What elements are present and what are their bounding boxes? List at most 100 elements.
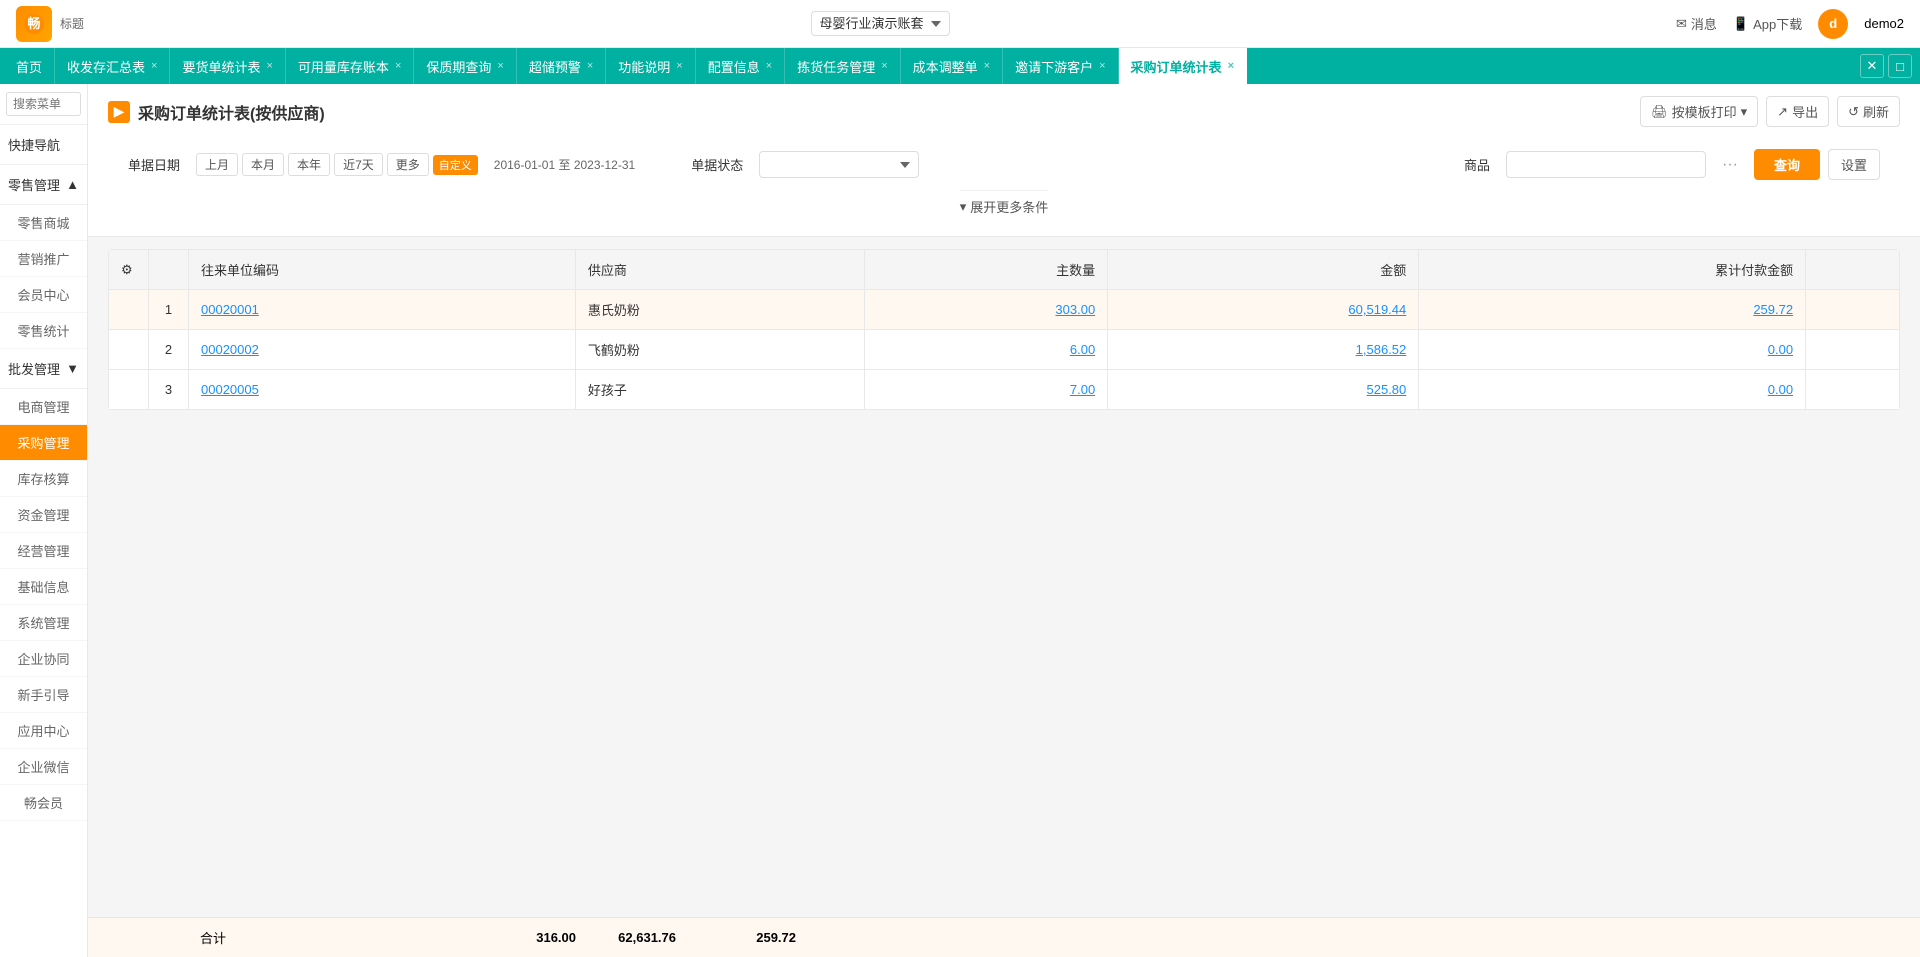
tab-yaohuo-close[interactable]: × [266, 60, 272, 72]
sidebar-item-inventory[interactable]: 库存核算 [0, 461, 87, 497]
tab-yaohuo[interactable]: 要货单统计表 × [170, 48, 285, 84]
tab-yaoqing[interactable]: 邀请下游客户 × [1003, 48, 1118, 84]
export-icon: ↗ [1777, 104, 1788, 120]
maximize-button[interactable]: □ [1888, 54, 1912, 78]
wholesale-label: 批发管理 [8, 359, 60, 378]
row2-amount-link[interactable]: 1,586.52 [1356, 342, 1407, 357]
row2-supplier: 飞鹤奶粉 [575, 330, 864, 370]
product-filter-more-icon[interactable]: ··· [1722, 156, 1738, 174]
search-input[interactable] [6, 92, 81, 116]
row2-quantity-link[interactable]: 6.00 [1070, 342, 1095, 357]
sidebar-search-area [0, 84, 87, 125]
shortcut-more[interactable]: 更多 [387, 153, 429, 176]
system-label: 系统管理 [17, 613, 69, 632]
sidebar-item-retail[interactable]: 零售管理 ▲ [0, 165, 87, 205]
export-button[interactable]: ↗ 导出 [1766, 96, 1829, 127]
nav-tabs: 首页 收发存汇总表 × 要货单统计表 × 可用量库存账本 × 保质期查询 × 超… [0, 48, 1920, 84]
sidebar-item-basic[interactable]: 基础信息 [0, 569, 87, 605]
row1-extra [1806, 290, 1900, 330]
row3-amount: 525.80 [1108, 370, 1419, 410]
row1-code-link[interactable]: 00020001 [201, 302, 259, 317]
user-avatar[interactable]: d [1818, 9, 1848, 39]
row1-paid-link[interactable]: 259.72 [1753, 302, 1793, 317]
sidebar-item-operations[interactable]: 经营管理 [0, 533, 87, 569]
tab-home[interactable]: 首页 [4, 48, 55, 84]
row2-paid-link[interactable]: 0.00 [1768, 342, 1793, 357]
sidebar-item-member[interactable]: 会员中心 [0, 277, 87, 313]
row3-code-link[interactable]: 00020005 [201, 382, 259, 397]
message-button[interactable]: ✉ 消息 [1676, 14, 1717, 33]
settings-button[interactable]: 设置 [1828, 149, 1880, 180]
expand-more-button[interactable]: ▾ 展开更多条件 [960, 190, 1049, 222]
collapse-sidebar-button[interactable]: ▶ [108, 101, 130, 123]
sidebar-item-purchase[interactable]: 采购管理 [0, 425, 87, 461]
workspace-select[interactable]: 母婴行业演示账套 [811, 11, 950, 36]
tab-chaochU-label: 超储预警 [529, 57, 581, 76]
sidebar-item-retail-stat[interactable]: 零售统计 [0, 313, 87, 349]
sidebar-item-retail-shop[interactable]: 零售商城 [0, 205, 87, 241]
row3-quantity-link[interactable]: 7.00 [1070, 382, 1095, 397]
tab-gongneng-close[interactable]: × [676, 60, 682, 72]
username-label: demo2 [1864, 16, 1904, 31]
row2-paid: 0.00 [1419, 330, 1806, 370]
message-icon: ✉ [1676, 16, 1687, 32]
row3-paid: 0.00 [1419, 370, 1806, 410]
status-filter-select[interactable] [759, 151, 919, 178]
sidebar-item-ecommerce[interactable]: 电商管理 [0, 389, 87, 425]
tab-chaochU[interactable]: 超储预警 × [517, 48, 606, 84]
retail-shop-label: 零售商城 [17, 213, 69, 232]
content: ▶ 采购订单统计表(按供应商) 🖨 按模板打印 ▾ ↗ 导出 ↺ [88, 84, 1920, 957]
top-bar: 畅 标题 母婴行业演示账套 ✉ 消息 📱 App下载 d demo2 [0, 0, 1920, 48]
logo-area: 畅 标题 [16, 6, 84, 42]
tab-kucun-close[interactable]: × [395, 60, 401, 72]
sidebar-item-wechat[interactable]: 企业微信 [0, 749, 87, 785]
row3-paid-link[interactable]: 0.00 [1768, 382, 1793, 397]
shortcut-last-month[interactable]: 上月 [196, 153, 238, 176]
shortcut-this-year[interactable]: 本年 [288, 153, 330, 176]
product-filter-input[interactable] [1506, 151, 1706, 178]
tab-chaochU-close[interactable]: × [587, 60, 593, 72]
page-actions: 🖨 按模板打印 ▾ ↗ 导出 ↺ 刷新 [1640, 96, 1900, 127]
sidebar-item-system[interactable]: 系统管理 [0, 605, 87, 641]
tab-baoshi[interactable]: 保质期查询 × [414, 48, 516, 84]
sidebar-item-wholesale[interactable]: 批发管理 ▼ [0, 349, 87, 389]
row2-index: 2 [149, 330, 189, 370]
sidebar-item-appcenter[interactable]: 应用中心 [0, 713, 87, 749]
row2-code-link[interactable]: 00020002 [201, 342, 259, 357]
query-button[interactable]: 查询 [1754, 149, 1820, 180]
tab-chengben-close[interactable]: × [984, 60, 990, 72]
tab-caigou-close[interactable]: × [1228, 60, 1234, 72]
row3-amount-link[interactable]: 525.80 [1367, 382, 1407, 397]
sidebar-item-member2[interactable]: 畅会员 [0, 785, 87, 821]
sidebar-item-shortcuts[interactable]: 快捷导航 [0, 125, 87, 165]
tab-chengben[interactable]: 成本调整单 × [901, 48, 1003, 84]
refresh-button[interactable]: ↺ 刷新 [1837, 96, 1900, 127]
sidebar-item-finance[interactable]: 资金管理 [0, 497, 87, 533]
tab-gongneng[interactable]: 功能说明 × [606, 48, 695, 84]
tab-pihuo[interactable]: 拣货任务管理 × [785, 48, 900, 84]
tab-caigou[interactable]: 采购订单统计表 × [1119, 48, 1247, 84]
tab-baoshi-label: 保质期查询 [426, 57, 491, 76]
sidebar-item-enterprise[interactable]: 企业协同 [0, 641, 87, 677]
tab-pihuo-close[interactable]: × [881, 60, 887, 72]
sidebar-item-newbie[interactable]: 新手引导 [0, 677, 87, 713]
shortcut-this-month[interactable]: 本月 [242, 153, 284, 176]
tab-peizhi[interactable]: 配置信息 × [696, 48, 785, 84]
tab-yaoqing-close[interactable]: × [1099, 60, 1105, 72]
shortcut-7days[interactable]: 近7天 [334, 153, 383, 176]
th-quantity-label: 主数量 [1056, 263, 1095, 278]
tab-baoshi-close[interactable]: × [497, 60, 503, 72]
close-all-button[interactable]: ✕ [1860, 54, 1884, 78]
tab-shoufа[interactable]: 收发存汇总表 × [55, 48, 170, 84]
tab-peizhi-close[interactable]: × [766, 60, 772, 72]
tab-kucun[interactable]: 可用量库存账本 × [286, 48, 414, 84]
app-download-button[interactable]: 📱 App下载 [1733, 14, 1802, 33]
template-print-button[interactable]: 🖨 按模板打印 ▾ [1640, 96, 1758, 127]
row1-quantity-link[interactable]: 303.00 [1055, 302, 1095, 317]
export-label: 导出 [1792, 102, 1818, 121]
enterprise-label: 企业协同 [17, 649, 69, 668]
tab-shoufа-close[interactable]: × [151, 60, 157, 72]
table-gear-icon[interactable]: ⚙ [121, 262, 133, 277]
row1-amount-link[interactable]: 60,519.44 [1348, 302, 1406, 317]
sidebar-item-marketing[interactable]: 营销推广 [0, 241, 87, 277]
